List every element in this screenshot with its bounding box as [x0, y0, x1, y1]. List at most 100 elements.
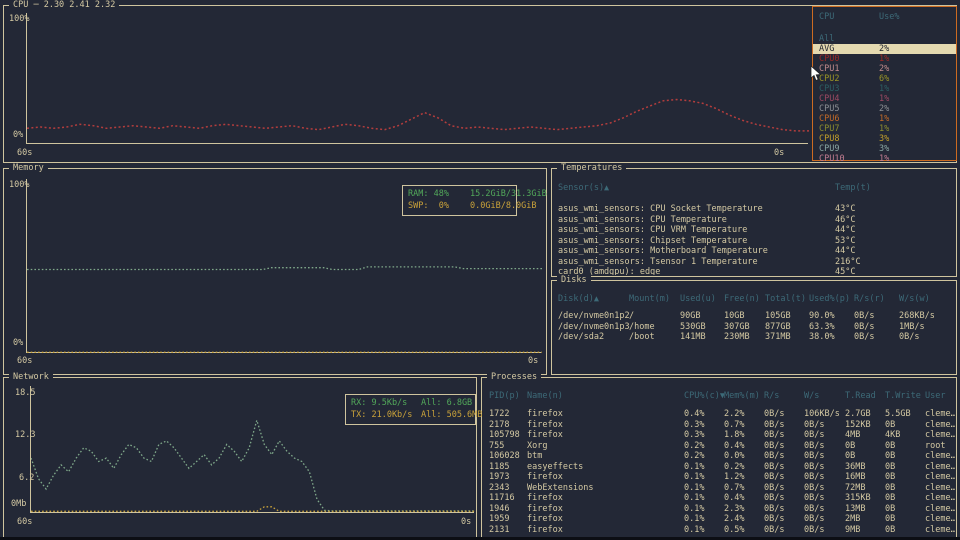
table-cell: 0B/s — [764, 482, 785, 493]
processes-panel[interactable]: Processes PID(p) Name(n) CPU%(c)▼ Mem%(m) R/… — [481, 372, 957, 538]
memory-x-left-label: 60s — [17, 356, 33, 366]
column-header: R/s — [764, 391, 780, 401]
table-row[interactable]: 755 Xorg 0.2% 0.4% 0B/s 0B/s 0B 0B root — [483, 441, 955, 452]
cpu-panel[interactable]: CPU ─ 2.30 2.41 2.32 100% 0% 60s 0s CPU … — [3, 0, 957, 164]
column-header: Used%(p) — [809, 294, 850, 304]
table-row[interactable]: 1722 firefox 0.4% 2.2% 0B/s 106KB/s 2.7GB 5.5GB… — [483, 409, 955, 420]
network-legend-box: RX: 9.5Kb/s All: 6.8GB TX: 21.0Kb/s All:… — [345, 394, 482, 425]
cpu-legend-row[interactable]: CPU4 1% — [813, 94, 956, 104]
temperatures-header: Sensor(s)▲ Temp(t) — [553, 183, 955, 194]
cpu-usage-legend[interactable]: CPU Use% All AVG 2% CPU0 1% CPU1 2% CPU2 6% CPU3 1… — [812, 6, 957, 164]
table-row[interactable]: 106028 btm 0.2% 0.0% 0B/s 0B/s 0B 0B cleme… — [483, 451, 955, 462]
cpu-legend-row[interactable]: CPU9 3% — [813, 144, 956, 154]
table-row[interactable]: 1185 easyeffects 0.1% 0.2% 0B/s 0B/s 36MB 0B cle… — [483, 462, 955, 473]
table-row[interactable]: card0 (amdgpu): edge 45°C — [553, 267, 955, 275]
network-x-right-label: 0s — [461, 517, 472, 527]
table-cell: cleme… — [925, 419, 955, 430]
table-row[interactable]: 2178 firefox 0.3% 0.7% 0B/s 0B/s 152KB 0B cleme… — [483, 420, 955, 431]
table-row[interactable]: 105798 firefox 0.3% 1.8% 0B/s 0B/s 4MB 4KB cleme… — [483, 430, 955, 441]
table-cell: 106KB/s — [804, 409, 840, 419]
table-cell: 0B/s — [854, 321, 875, 332]
network-y-tick-0: 0Mb — [11, 499, 27, 509]
table-row[interactable]: asus_wmi_sensors: CPU Socket Temperature… — [553, 204, 955, 215]
column-header: Free(n) — [724, 294, 760, 304]
table-row[interactable]: asus_wmi_sensors: CPU VRM Temperature 44°… — [553, 225, 955, 236]
table-cell: 0B/s — [804, 451, 825, 461]
tx-row: TX: 21.0Kb/s All: 505.6MB — [351, 409, 482, 421]
cpu-legend-row[interactable]: CPU10 1% — [813, 154, 956, 164]
cpu-legend-row[interactable]: CPU8 3% — [813, 134, 956, 144]
cpu-legend-row[interactable]: CPU5 2% — [813, 104, 956, 114]
cpu-x-left-label: 60s — [17, 148, 33, 158]
table-cell: 1.8% — [724, 430, 745, 440]
rx-mb-line — [31, 417, 475, 512]
cpu-legend-row[interactable]: CPU6 1% — [813, 114, 956, 124]
cpu-legend-row[interactable]: CPU0 1% — [813, 54, 956, 64]
table-header-row[interactable]: PID(p) Name(n) CPU%(c)▼ Mem%(m) R/s W/s T.Read… — [483, 391, 955, 402]
ram-usage-row: RAM: 48% 15.2GiB/31.3GiB — [408, 188, 547, 200]
cpu-legend-header[interactable]: CPU Use% — [813, 12, 956, 22]
table-cell: 0B/s — [764, 514, 785, 524]
table-row[interactable]: 11716 firefox 0.1% 0.4% 0B/s 0B/s 315KB 0B cleme… — [483, 493, 955, 504]
table-cell: / — [629, 311, 635, 321]
table-cell: easyeffects — [527, 461, 584, 472]
table-row[interactable]: asus_wmi_sensors: Tsensor 1 Temperature 2… — [553, 257, 955, 268]
cpu-name: CPU0 — [819, 54, 840, 64]
table-cell: 0.3% — [684, 430, 705, 440]
temperatures-panel[interactable]: Temperatures Sensor(s)▲ Temp(t) asus_wmi_… — [551, 163, 957, 277]
table-cell: 371MB — [765, 332, 791, 342]
table-cell: 1722 — [489, 409, 510, 419]
swap-value: 0.0GiB/8.0GiB — [470, 201, 537, 211]
table-cell: 0B — [885, 451, 896, 461]
table-cell: 0B/s — [804, 472, 825, 482]
table-cell: 106028 — [489, 451, 520, 461]
rx-row: RX: 9.5Kb/s All: 6.8GB — [351, 397, 472, 409]
table-row[interactable]: asus_wmi_sensors: Motherboard Temperatur… — [553, 246, 955, 257]
cpu-chart[interactable] — [26, 13, 809, 144]
cpu-legend-row[interactable]: CPU3 1% — [813, 84, 956, 94]
table-cell: 1973 — [489, 472, 510, 482]
table-row[interactable]: /dev/sda2/boot 141MB 230MB 371MB 38.0% 0B/s 0B… — [553, 332, 955, 343]
table-cell: 0B/s — [764, 503, 785, 514]
table-row[interactable]: /dev/nvme0n1p2/ 90GB 10GB 105GB 90.0% 0B/s 268… — [553, 311, 955, 322]
processes-panel-title: Processes — [487, 372, 542, 383]
cpu-legend-row[interactable]: CPU1 2% — [813, 64, 956, 74]
table-cell: 0B — [845, 451, 856, 461]
table-row[interactable]: /dev/nvme0n1p3/home 530GB 307GB 877GB 63.3% 0… — [553, 322, 955, 333]
table-cell: firefox — [527, 409, 563, 419]
cpu-legend-row[interactable]: AVG 2% — [813, 44, 956, 54]
cpu-usage-value: 2% — [879, 44, 890, 54]
disks-panel[interactable]: Disks Disk(d)▲ Mount(m) Used(u) Free(n) Tota… — [551, 275, 957, 375]
table-row[interactable]: 2343 WebExtensions 0.1% 0.7% 0B/s 0B/s 72MB 0B c… — [483, 483, 955, 494]
table-row[interactable]: 1959 firefox 0.1% 2.4% 0B/s 0B/s 2MB 0B cleme… — [483, 514, 955, 525]
table-cell: 0B/s — [854, 311, 875, 321]
table-row[interactable]: asus_wmi_sensors: Chipset Temperature 53°… — [553, 236, 955, 247]
network-panel[interactable]: Network 18.5 12.3 6.2 0Mb 60s 0s RX: 9.5… — [3, 372, 482, 538]
table-header-row[interactable]: Disk(d)▲ Mount(m) Used(u) Free(n) Total(t) Us… — [553, 294, 955, 305]
table-row[interactable]: 2131 firefox 0.1% 0.5% 0B/s 0B/s 9MB 0B cleme… — [483, 525, 955, 536]
table-cell: cleme… — [925, 503, 955, 514]
table-row[interactable]: 1946 firefox 0.1% 2.3% 0B/s 0B/s 13MB 0B cleme… — [483, 504, 955, 515]
table-cell: 2343 — [489, 482, 510, 493]
table-cell: /dev/sda2 — [558, 332, 605, 342]
table-cell: 0B/s — [804, 524, 825, 535]
cpu-legend-row[interactable]: CPU2 6% — [813, 74, 956, 84]
table-cell: cleme… — [925, 451, 955, 461]
table-cell: WebExtensions — [527, 482, 594, 493]
table-cell: /home — [629, 321, 655, 332]
column-header: Total(t) — [765, 294, 806, 304]
table-row[interactable]: 1973 firefox 0.1% 1.2% 0B/s 0B/s 16MB 0B cleme… — [483, 472, 955, 483]
cpu-legend-row[interactable]: All — [813, 34, 956, 44]
memory-panel[interactable]: Memory 100% 0% 60s 0s RAM: 48% 15.2GiB/3… — [3, 163, 547, 375]
table-cell: 0.4% — [724, 440, 745, 451]
table-cell: 216°C — [835, 256, 861, 267]
table-cell: cleme… — [925, 472, 955, 482]
table-header-row[interactable]: Sensor(s)▲ Temp(t) — [553, 183, 955, 194]
cpu-legend-row[interactable]: CPU7 1% — [813, 124, 956, 134]
cpu-name: CPU7 — [819, 124, 840, 134]
table-cell: 0B/s — [764, 419, 785, 430]
table-row[interactable]: asus_wmi_sensors: CPU Temperature 46°C — [553, 215, 955, 226]
table-cell: 105GB — [765, 311, 791, 321]
table-cell: 0.2% — [684, 451, 705, 461]
table-cell: 152KB — [845, 419, 871, 430]
